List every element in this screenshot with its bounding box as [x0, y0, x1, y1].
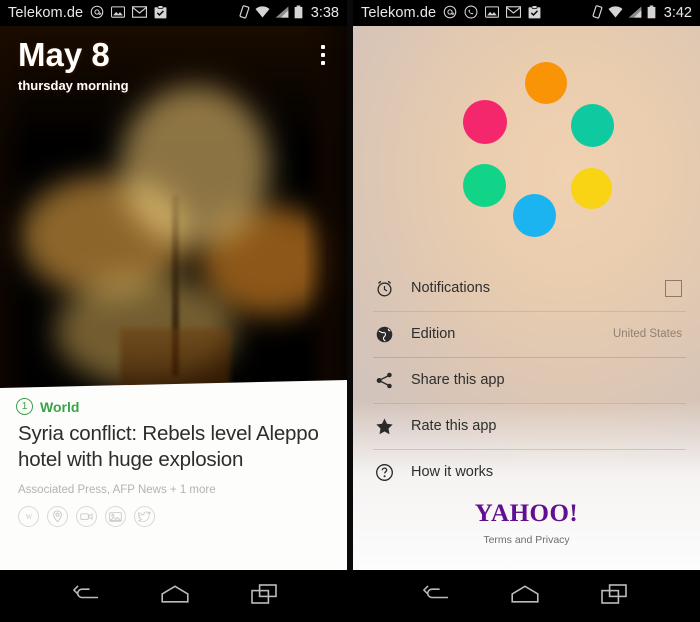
menu-item-rate-this-app[interactable]: Rate this app — [353, 403, 700, 449]
alarm-clock-icon — [373, 279, 395, 298]
terms-and-privacy-link[interactable]: Terms and Privacy — [353, 534, 700, 546]
home-button[interactable] — [511, 584, 540, 608]
menu-label: Share this app — [411, 372, 505, 388]
star-icon — [373, 417, 395, 436]
menu-item-edition[interactable]: Edition United States — [353, 311, 700, 357]
at-icon — [90, 5, 104, 22]
menu-item-notifications[interactable]: Notifications — [353, 265, 700, 311]
source-icon-row: W — [18, 506, 329, 528]
menu-label: How it works — [411, 464, 494, 480]
category-row: 1 World — [16, 398, 329, 415]
recents-button[interactable] — [251, 583, 277, 609]
left-phone-screen: Telekom.de 3:38 May 8 thursday morning 1… — [0, 0, 347, 570]
wifi-icon — [608, 5, 623, 21]
wifi-icon — [255, 5, 270, 21]
home-button[interactable] — [161, 584, 190, 608]
yahoo-logo: YAHOO! — [353, 500, 700, 528]
brand-footer: YAHOO! Terms and Privacy — [353, 500, 700, 546]
yahoo-wordmark: YAHOO — [474, 500, 570, 527]
battery-icon — [294, 5, 303, 22]
globe-icon — [373, 325, 395, 344]
gmail-icon — [132, 5, 148, 21]
tasks-icon — [154, 4, 167, 22]
dot-pink — [463, 100, 507, 144]
category-label: World — [40, 398, 80, 415]
carrier-label: Telekom.de — [361, 5, 437, 21]
date-header: May 8 thursday morning — [18, 38, 129, 93]
map-pin-icon[interactable] — [47, 506, 68, 528]
tasks-icon — [528, 4, 541, 22]
video-icon[interactable] — [76, 506, 97, 528]
article-headline: Syria conflict: Rebels level Aleppo hote… — [18, 422, 319, 472]
color-dots-logo — [353, 52, 700, 237]
back-button[interactable] — [422, 584, 450, 609]
dot-orange — [525, 62, 567, 104]
carrier-label: Telekom.de — [8, 5, 84, 21]
gallery-icon — [111, 5, 126, 21]
menu-item-how-it-works[interactable]: How it works — [353, 449, 700, 495]
gmail-icon — [506, 5, 522, 21]
battery-icon — [647, 5, 656, 22]
menu-label: Rate this app — [411, 418, 497, 434]
image-icon[interactable] — [105, 506, 126, 528]
back-button[interactable] — [72, 584, 100, 609]
whatsapp-icon — [464, 5, 478, 22]
date-subtitle: thursday morning — [18, 78, 129, 93]
yahoo-exclamation: ! — [569, 500, 579, 527]
right-status-bar: Telekom.de 3:42 — [353, 0, 700, 26]
rank-badge: 1 — [16, 398, 33, 415]
at-icon — [443, 5, 457, 22]
dot-green — [463, 164, 506, 207]
recents-button[interactable] — [601, 583, 627, 609]
edition-value: United States — [612, 328, 682, 340]
right-nav-group — [350, 570, 700, 622]
dot-blue — [513, 194, 556, 237]
menu-label: Notifications — [411, 280, 490, 296]
dot-teal — [571, 104, 614, 147]
menu-item-share-this-app[interactable]: Share this app — [353, 357, 700, 403]
overflow-menu-button[interactable] — [321, 45, 325, 65]
clock-time: 3:38 — [310, 5, 339, 21]
android-navigation-bar — [0, 570, 700, 622]
clock-time: 3:42 — [663, 5, 692, 21]
left-status-bar: Telekom.de 3:38 — [0, 0, 347, 26]
article-sources: Associated Press, AFP News + 1 more — [18, 484, 216, 497]
vibrate-icon — [239, 4, 250, 22]
wikipedia-icon[interactable]: W — [18, 506, 39, 528]
gallery-icon — [485, 5, 500, 21]
question-mark-icon — [373, 463, 395, 482]
share-icon — [373, 371, 395, 390]
svg-text:W: W — [25, 515, 32, 522]
menu-label: Edition — [411, 326, 456, 342]
signal-icon — [628, 5, 642, 21]
left-nav-group — [0, 570, 350, 622]
right-phone-screen: Telekom.de 3:42 Notifications Edition Un… — [353, 0, 700, 570]
dot-yellow — [571, 168, 612, 209]
notifications-checkbox[interactable] — [665, 279, 682, 297]
news-article-card[interactable]: 1 World Syria conflict: Rebels level Ale… — [0, 380, 347, 570]
vibrate-icon — [592, 4, 603, 22]
signal-icon — [275, 5, 289, 21]
settings-menu: Notifications Edition United States Shar… — [353, 265, 700, 495]
twitter-icon[interactable] — [134, 506, 155, 528]
page-title: May 8 — [18, 36, 110, 73]
